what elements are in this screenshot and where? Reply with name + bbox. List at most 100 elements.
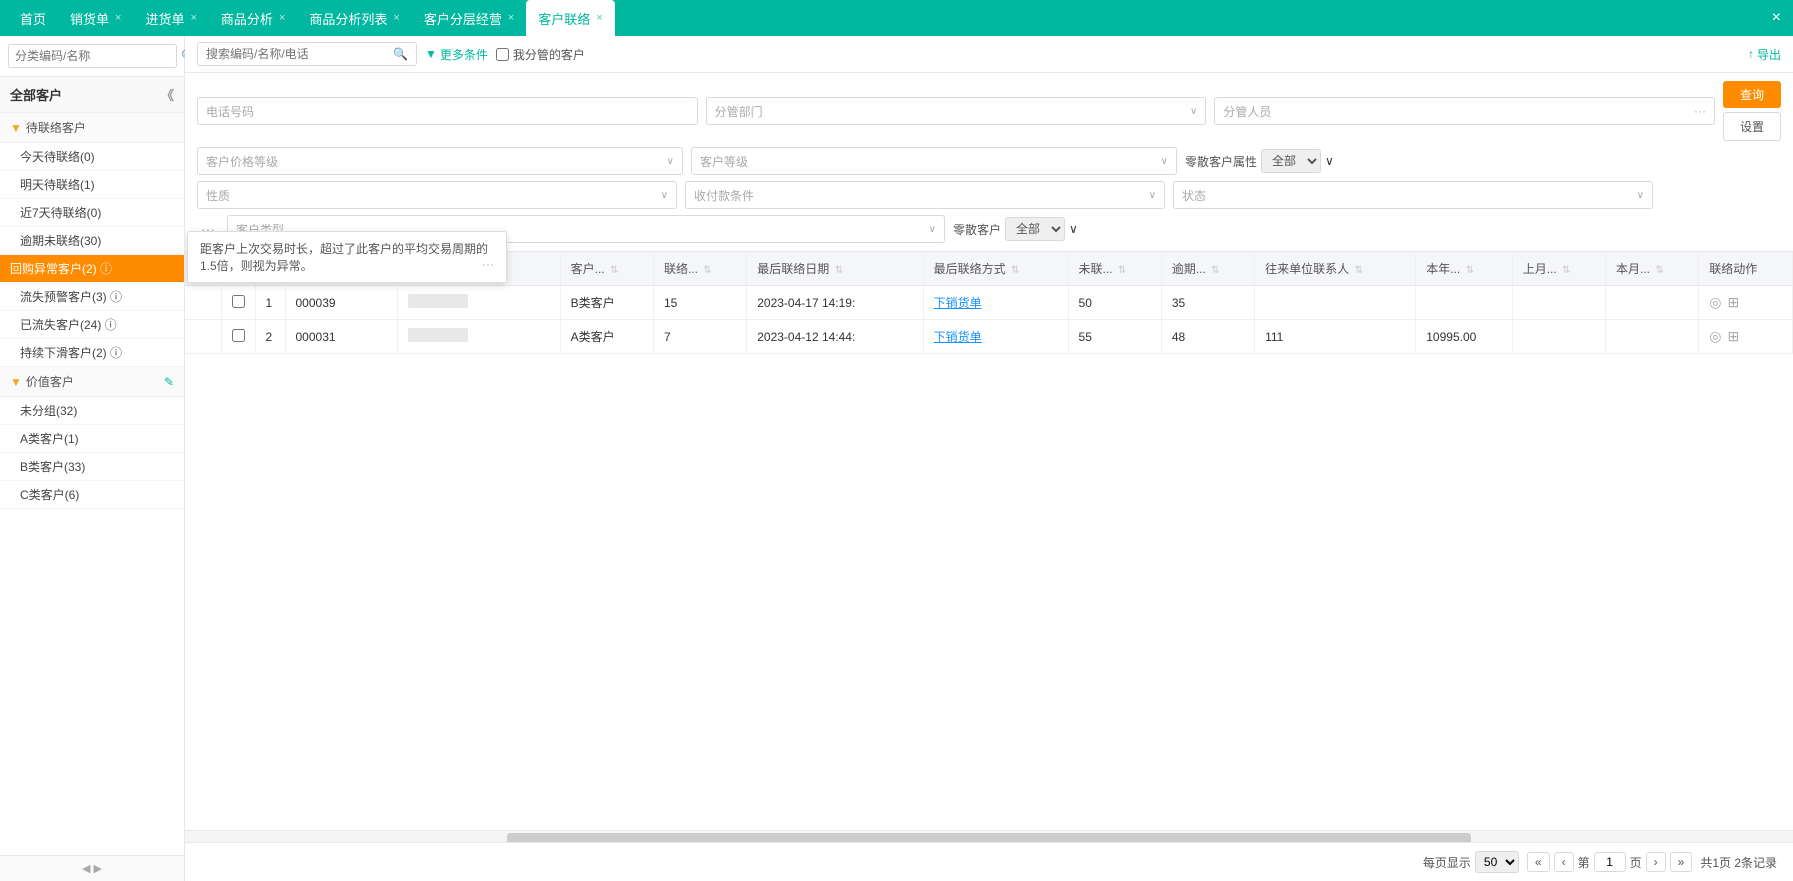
more-conditions-button[interactable]: ▼ 更多条件 xyxy=(425,46,488,63)
sidebar-item-b-class[interactable]: B类客户(33) xyxy=(0,453,184,481)
table-overdue-col[interactable]: 逾期... ⇅ xyxy=(1161,252,1254,286)
sidebar-item-c-class[interactable]: C类客户(6) xyxy=(0,481,184,509)
retail-customer-select[interactable]: 全部 xyxy=(1005,217,1065,241)
prev-page-button[interactable]: ‹ xyxy=(1554,852,1574,872)
table-unitcontact-col[interactable]: 往来单位联系人 ⇅ xyxy=(1255,252,1416,286)
all-customers-header[interactable]: 全部客户 《 xyxy=(0,77,184,113)
price-level-field[interactable]: 客户价格等级 ∨ xyxy=(197,147,683,175)
manager-field[interactable]: 分管人员 ··· xyxy=(1214,97,1715,125)
sidebar-item-7days-contact[interactable]: 近7天待联络(0) xyxy=(0,199,184,227)
close-icon[interactable]: × xyxy=(596,12,602,24)
table-lastcontactdate-col[interactable]: 最后联络日期 ⇅ xyxy=(747,252,923,286)
filter-top-bar: 🔍 ▼ 更多条件 我分管的客户 ↑ 导出 xyxy=(185,36,1793,73)
status-field[interactable]: 状态 ∨ xyxy=(1173,181,1653,209)
lastcontactdate-cell: 2023-04-12 14:44: xyxy=(747,320,923,354)
table-row: 1 000039 B类客户 15 2023-04-17 14:19: 下销货单 … xyxy=(185,286,1793,320)
export-icon: ↑ xyxy=(1748,47,1754,61)
thisyear-cell xyxy=(1416,286,1512,320)
close-icon[interactable]: × xyxy=(115,12,121,24)
sort-icon: ⇅ xyxy=(1354,265,1362,276)
main-layout: 🔍 全部客户 《 ▼ 待联络客户 今天待联络(0) 明天待联络(1) 近7天待联… xyxy=(0,36,1793,881)
sidebar-item-declining[interactable]: 持续下滑客户(2) ⓘ xyxy=(0,339,184,367)
table-thismonth-col[interactable]: 本月... ⇅ xyxy=(1605,252,1698,286)
close-icon[interactable]: × xyxy=(190,12,196,24)
table-thisyear-col[interactable]: 本年... ⇅ xyxy=(1416,252,1512,286)
table-lastcontactmethod-col[interactable]: 最后联络方式 ⇅ xyxy=(923,252,1068,286)
dept-field[interactable]: 分管部门 ∨ xyxy=(706,97,1207,125)
thismonth-cell xyxy=(1605,286,1698,320)
customer-level-field[interactable]: 客户等级 ∨ xyxy=(691,147,1177,175)
sidebar-item-overdue-contact[interactable]: 逾期未联络(30) xyxy=(0,227,184,255)
search-box: 🔍 xyxy=(197,42,417,66)
tooltip-dots[interactable]: ··· xyxy=(482,257,494,271)
close-all-button[interactable]: × xyxy=(1772,9,1781,27)
dropdown-arrow-icon: ∨ xyxy=(1149,190,1156,201)
tooltip-box: 距客户上次交易时长，超过了此客户的平均交易周期的1.5倍，则视为异常。 ··· xyxy=(187,231,507,283)
name-cell xyxy=(397,320,560,354)
contact-icon[interactable]: ◎ xyxy=(1709,328,1721,345)
next-page-button[interactable]: › xyxy=(1646,852,1666,872)
search-icon[interactable]: 🔍 xyxy=(393,47,408,61)
sidebar-item-a-class[interactable]: A类客户(1) xyxy=(0,425,184,453)
sidebar-bottom: ◀ ▶ xyxy=(0,855,184,881)
retail-attr-field[interactable]: 零散客户属性 全部 ∨ xyxy=(1185,149,1653,173)
sidebar-item-churn-warning[interactable]: 流失预警客户(3) ⓘ xyxy=(0,283,184,311)
sidebar-group-value-customer[interactable]: ▼ 价值客户 ✎ xyxy=(0,367,184,397)
checkbox-cell[interactable] xyxy=(221,286,255,320)
nav-sales-order[interactable]: 销货单 × xyxy=(58,0,133,36)
page-size-select[interactable]: 50 xyxy=(1475,851,1519,873)
my-customer-filter[interactable]: 我分管的客户 xyxy=(496,46,585,63)
grid-icon[interactable]: ⊞ xyxy=(1728,328,1740,345)
grid-icon[interactable]: ⊞ xyxy=(1728,294,1740,311)
table-customertype-col[interactable]: 客户... ⇅ xyxy=(560,252,653,286)
close-icon[interactable]: × xyxy=(279,12,285,24)
table-unpaid-col[interactable]: 未联... ⇅ xyxy=(1068,252,1161,286)
contact-icon[interactable]: ◎ xyxy=(1709,294,1721,311)
nav-customer-tier[interactable]: 客户分层经营 × xyxy=(412,0,526,36)
nav-product-analysis[interactable]: 商品分析 × xyxy=(209,0,297,36)
sidebar-item-tomorrow-contact[interactable]: 明天待联络(1) xyxy=(0,171,184,199)
horizontal-scrollbar[interactable] xyxy=(185,830,1793,842)
edit-icon[interactable]: ✎ xyxy=(164,375,174,389)
collapse-icon[interactable]: 《 xyxy=(161,85,174,104)
ellipsis-icon[interactable]: ··· xyxy=(1694,104,1706,118)
thismonth-cell xyxy=(1605,320,1698,354)
sidebar-item-churned[interactable]: 已流失客户(24) ⓘ xyxy=(0,311,184,339)
sidebar-item-ungrouped[interactable]: 未分组(32) xyxy=(0,397,184,425)
sidebar-group-pending-contact[interactable]: ▼ 待联络客户 xyxy=(0,113,184,143)
export-button[interactable]: ↑ 导出 xyxy=(1748,46,1781,63)
row-checkbox[interactable] xyxy=(232,329,245,342)
my-customer-checkbox[interactable] xyxy=(496,48,509,61)
sidebar-bottom-arrow[interactable]: ◀ ▶ xyxy=(82,862,102,875)
filter-row-3: 性质 ∨ 收付款条件 ∨ 状态 ∨ xyxy=(197,181,1781,209)
page-number-input[interactable] xyxy=(1594,852,1626,872)
nav-customer-contact[interactable]: 客户联络 × xyxy=(526,0,614,36)
first-page-button[interactable]: « xyxy=(1527,852,1550,872)
nav-home[interactable]: 首页 xyxy=(8,0,58,36)
sidebar-item-repurchase-abnormal[interactable]: 回购异常客户(2) ⓘ xyxy=(0,255,184,283)
table-contact-col[interactable]: 联络... ⇅ xyxy=(653,252,746,286)
row-checkbox[interactable] xyxy=(232,295,245,308)
close-icon[interactable]: × xyxy=(393,12,399,24)
dropdown-arrow-icon: ∨ xyxy=(667,156,674,167)
nav-purchase-order[interactable]: 进货单 × xyxy=(133,0,208,36)
search-input[interactable] xyxy=(206,47,393,61)
last-page-button[interactable]: » xyxy=(1670,852,1693,872)
sidebar-search-input[interactable] xyxy=(8,44,177,68)
query-button[interactable]: 查询 xyxy=(1723,81,1781,108)
retail-attr-select[interactable]: 全部 xyxy=(1261,149,1321,173)
close-icon[interactable]: × xyxy=(508,12,514,24)
table-lastmonth-col[interactable]: 上月... ⇅ xyxy=(1512,252,1605,286)
phone-field[interactable]: 电话号码 xyxy=(197,97,698,125)
checkbox-cell[interactable] xyxy=(221,320,255,354)
nav-product-analysis-list[interactable]: 商品分析列表 × xyxy=(297,0,411,36)
settings-button[interactable]: 设置 xyxy=(1723,112,1781,141)
payment-terms-field[interactable]: 收付款条件 ∨ xyxy=(685,181,1165,209)
retail-customer-field[interactable]: 零散客户 全部 ∨ xyxy=(953,217,1653,241)
sidebar-item-today-contact[interactable]: 今天待联络(0) xyxy=(0,143,184,171)
lastcontactmethod-cell[interactable]: 下销货单 xyxy=(923,286,1068,320)
gender-field[interactable]: 性质 ∨ xyxy=(197,181,677,209)
lastcontactmethod-cell[interactable]: 下销货单 xyxy=(923,320,1068,354)
dropdown-arrow-icon: ∨ xyxy=(1190,106,1197,117)
sort-icon: ⇅ xyxy=(1562,265,1570,276)
